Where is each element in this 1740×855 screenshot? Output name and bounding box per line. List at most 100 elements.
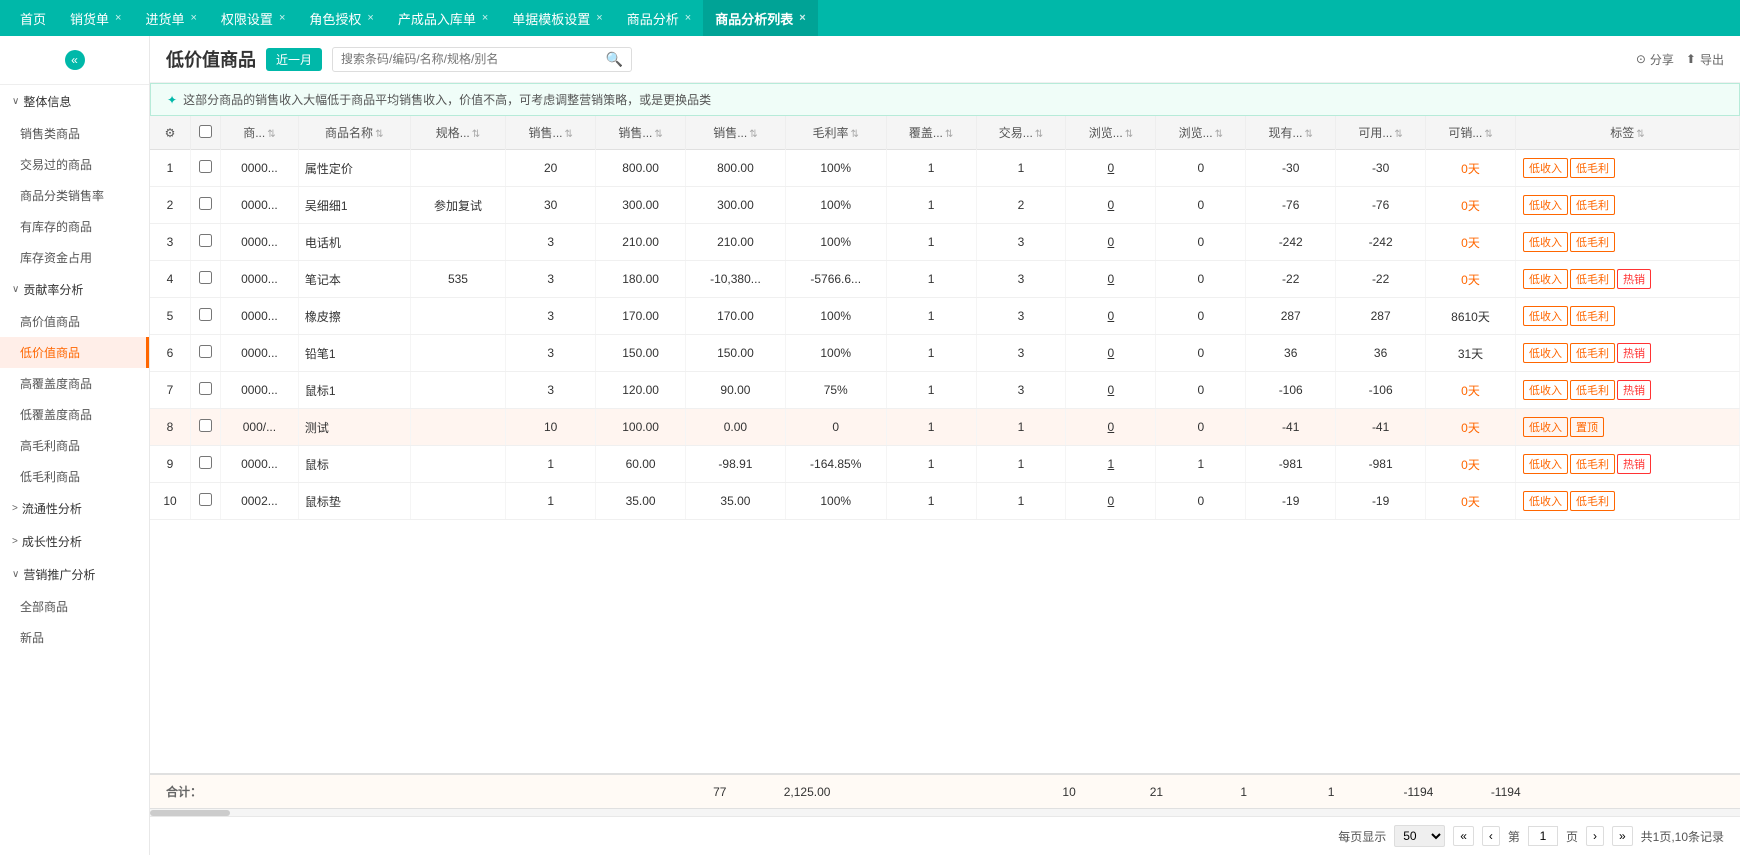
row-checkbox-cell[interactable] [191, 150, 221, 187]
row-checkbox[interactable] [199, 456, 212, 469]
page-size-select[interactable]: 50 20 100 [1394, 825, 1445, 847]
col-stock2[interactable]: 可用...⇅ [1336, 116, 1426, 150]
sidebar-section-overall[interactable]: ∨ 整体信息 [0, 85, 149, 118]
nav-purchase[interactable]: 进货单 × [133, 0, 208, 36]
col-spec[interactable]: 规格...⇅ [410, 116, 506, 150]
sidebar-item-low-value[interactable]: 低价值商品 [0, 337, 149, 368]
col-settings[interactable]: ⚙ [150, 116, 191, 150]
browse-link[interactable]: 0 [1108, 198, 1115, 212]
row-checkbox[interactable] [199, 419, 212, 432]
select-all-checkbox[interactable] [199, 125, 212, 138]
sidebar-collapse-btn[interactable]: « [65, 50, 85, 70]
sidebar-item-new-goods[interactable]: 新品 [0, 622, 149, 653]
nav-home[interactable]: 首页 [8, 0, 58, 36]
row-checkbox[interactable] [199, 493, 212, 506]
sidebar-item-high-value[interactable]: 高价值商品 [0, 306, 149, 337]
browse-link[interactable]: 0 [1108, 161, 1115, 175]
row-checkbox[interactable] [199, 160, 212, 173]
col-browse1[interactable]: 浏览...⇅ [1066, 116, 1156, 150]
col-code[interactable]: 商...⇅ [221, 116, 299, 150]
col-checkbox-all[interactable] [191, 116, 221, 150]
nav-close-list[interactable]: × [799, 12, 805, 24]
sidebar-section-liquidity[interactable]: > 流通性分析 [0, 492, 149, 525]
row-checkbox[interactable] [199, 197, 212, 210]
sidebar-item-traded-goods[interactable]: 交易过的商品 [0, 149, 149, 180]
row-browse1[interactable]: 0 [1066, 335, 1156, 372]
row-browse1[interactable]: 0 [1066, 224, 1156, 261]
row-checkbox[interactable] [199, 234, 212, 247]
row-browse1[interactable]: 0 [1066, 372, 1156, 409]
row-browse1[interactable]: 0 [1066, 261, 1156, 298]
sidebar-item-low-margin[interactable]: 低毛利商品 [0, 461, 149, 492]
col-name[interactable]: 商品名称⇅ [298, 116, 410, 150]
nav-close-sales[interactable]: × [115, 12, 121, 24]
page-input[interactable] [1528, 826, 1558, 846]
search-icon[interactable]: 🔍 [606, 51, 623, 68]
nav-product-analysis[interactable]: 商品分析 × [615, 0, 703, 36]
nav-analysis-list[interactable]: 商品分析列表 × [703, 0, 817, 36]
nav-role-auth[interactable]: 角色授权 × [297, 0, 385, 36]
sidebar-item-stock-capital[interactable]: 库存资金占用 [0, 242, 149, 273]
col-s2[interactable]: 销售...⇅ [596, 116, 686, 150]
sidebar-item-category-rate[interactable]: 商品分类销售率 [0, 180, 149, 211]
sidebar-section-contribution[interactable]: ∨ 贡献率分析 [0, 273, 149, 306]
nav-close-role[interactable]: × [367, 12, 373, 24]
col-tags[interactable]: 标签⇅ [1515, 116, 1739, 150]
search-input[interactable] [341, 52, 602, 66]
last-page-btn[interactable]: » [1612, 826, 1633, 846]
row-browse1[interactable]: 0 [1066, 187, 1156, 224]
sidebar-section-marketing[interactable]: ∨ 营销推广分析 [0, 558, 149, 591]
row-checkbox[interactable] [199, 345, 212, 358]
row-checkbox-cell[interactable] [191, 372, 221, 409]
browse-link[interactable]: 0 [1108, 383, 1115, 397]
row-checkbox-cell[interactable] [191, 483, 221, 520]
sidebar-item-high-coverage[interactable]: 高覆盖度商品 [0, 368, 149, 399]
row-checkbox[interactable] [199, 382, 212, 395]
nav-product-storage[interactable]: 产成品入库单 × [386, 0, 500, 36]
browse-link[interactable]: 0 [1108, 494, 1115, 508]
col-trade[interactable]: 交易...⇅ [976, 116, 1066, 150]
sidebar-item-low-coverage[interactable]: 低覆盖度商品 [0, 399, 149, 430]
nav-close-purchase[interactable]: × [190, 12, 196, 24]
nav-permissions[interactable]: 权限设置 × [209, 0, 297, 36]
nav-sales-order[interactable]: 销货单 × [58, 0, 133, 36]
nav-close-template[interactable]: × [596, 12, 602, 24]
nav-close-permissions[interactable]: × [279, 12, 285, 24]
sidebar-section-growth[interactable]: > 成长性分析 [0, 525, 149, 558]
row-checkbox-cell[interactable] [191, 335, 221, 372]
row-checkbox-cell[interactable] [191, 261, 221, 298]
row-checkbox-cell[interactable] [191, 409, 221, 446]
col-s1[interactable]: 销售...⇅ [506, 116, 596, 150]
sidebar-item-all-goods[interactable]: 全部商品 [0, 591, 149, 622]
col-days[interactable]: 可销...⇅ [1426, 116, 1516, 150]
next-page-btn[interactable]: › [1586, 826, 1604, 846]
first-page-btn[interactable]: « [1453, 826, 1474, 846]
row-browse1[interactable]: 0 [1066, 483, 1156, 520]
time-filter-btn[interactable]: 近一月 [266, 48, 322, 71]
col-cover[interactable]: 覆盖...⇅ [886, 116, 976, 150]
col-browse2[interactable]: 浏览...⇅ [1156, 116, 1246, 150]
nav-close-analysis[interactable]: × [685, 12, 691, 24]
sidebar-item-sales-goods[interactable]: 销售类商品 [0, 118, 149, 149]
share-btn[interactable]: ⊙ 分享 [1636, 51, 1674, 68]
row-checkbox-cell[interactable] [191, 298, 221, 335]
sidebar-item-stock-goods[interactable]: 有库存的商品 [0, 211, 149, 242]
browse-link[interactable]: 0 [1108, 309, 1115, 323]
row-checkbox-cell[interactable] [191, 187, 221, 224]
row-browse1[interactable]: 1 [1066, 446, 1156, 483]
browse-link[interactable]: 0 [1108, 235, 1115, 249]
browse-link[interactable]: 0 [1108, 272, 1115, 286]
nav-close-storage[interactable]: × [482, 12, 488, 24]
col-stock1[interactable]: 现有...⇅ [1246, 116, 1336, 150]
row-checkbox-cell[interactable] [191, 446, 221, 483]
browse-link[interactable]: 0 [1108, 346, 1115, 360]
row-browse1[interactable]: 0 [1066, 298, 1156, 335]
row-checkbox[interactable] [199, 308, 212, 321]
row-checkbox-cell[interactable] [191, 224, 221, 261]
sidebar-item-high-margin[interactable]: 高毛利商品 [0, 430, 149, 461]
row-browse1[interactable]: 0 [1066, 409, 1156, 446]
export-btn[interactable]: ⬆ 导出 [1686, 51, 1724, 68]
browse-link[interactable]: 1 [1108, 457, 1115, 471]
browse-link[interactable]: 0 [1108, 420, 1115, 434]
nav-template-settings[interactable]: 单据模板设置 × [500, 0, 614, 36]
